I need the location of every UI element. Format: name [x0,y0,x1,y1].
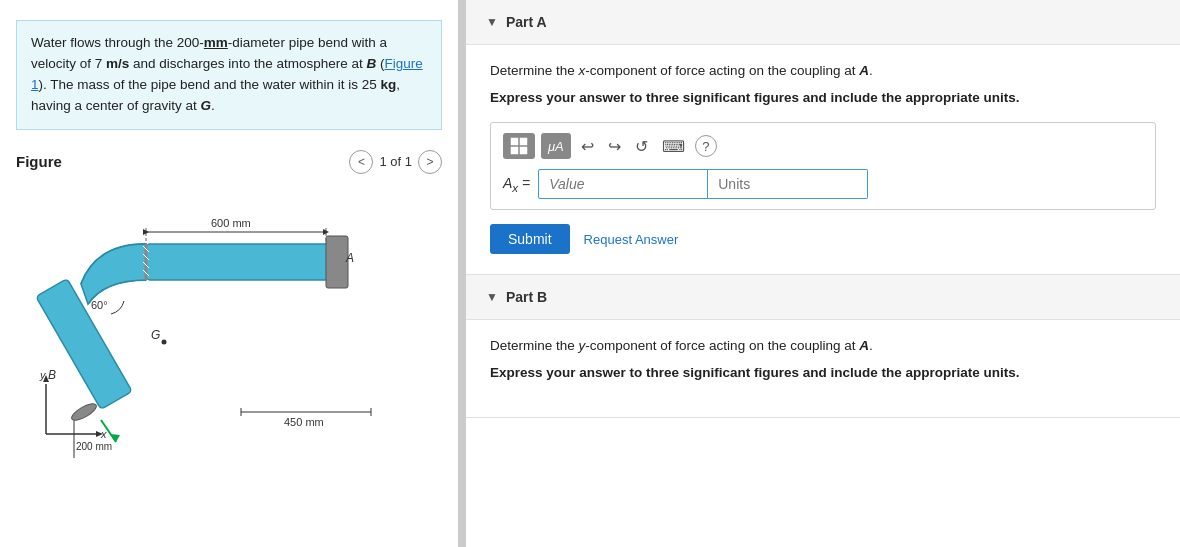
action-row-a: Submit Request Answer [490,224,1156,254]
figure-header: Figure < 1 of 1 > [16,146,442,178]
svg-point-22 [162,339,167,344]
mass-unit: kg [380,77,396,92]
mm-unit: mm [204,35,228,50]
units-input-a[interactable] [708,169,868,199]
input-row-a: Ax = [503,169,1143,199]
svg-rect-34 [511,147,518,154]
submit-btn-a[interactable]: Submit [490,224,570,254]
svg-text:200 mm: 200 mm [76,441,112,452]
svg-rect-35 [520,147,527,154]
left-panel: Water flows through the 200-mm-diameter … [0,0,460,547]
svg-point-24 [69,400,98,423]
part-b-instruction: Express your answer to three significant… [490,364,1156,383]
pipe-figure: x y 600 mm 450 mm 200 mm A [16,194,436,474]
figure-area: x y 600 mm 450 mm 200 mm A [16,194,442,484]
svg-text:G: G [151,328,160,342]
svg-text:450 mm: 450 mm [284,416,324,428]
mu-btn[interactable]: μA [541,133,571,159]
figure-link[interactable]: Figure 1 [31,56,423,92]
part-b-arrow: ▼ [486,290,498,304]
figure-label: Figure [16,153,62,170]
answer-box-a: μA ↩ ↪ ↺ ⌨ ? Ax = [490,122,1156,210]
nav-count: 1 of 1 [379,154,412,169]
point-a-ref-b: A [859,338,869,353]
svg-rect-33 [520,138,527,145]
problem-text: Water flows through the 200-mm-diameter … [31,35,423,113]
point-a-ref: A [859,63,869,78]
toolbar-a: μA ↩ ↪ ↺ ⌨ ? [503,133,1143,159]
part-b-description: Determine the y-component of force actin… [490,336,1156,356]
part-b-header[interactable]: ▼ Part B [466,275,1180,320]
right-panel: ▼ Part A Determine the x-component of fo… [466,0,1180,547]
point-g: G [201,98,212,113]
nav-prev-button[interactable]: < [349,150,373,174]
part-a-arrow: ▼ [486,15,498,29]
svg-rect-16 [146,244,331,280]
svg-rect-19 [36,278,132,409]
svg-text:600 mm: 600 mm [211,217,251,229]
part-a-section: ▼ Part A Determine the x-component of fo… [466,0,1180,275]
help-btn[interactable]: ? [695,135,717,157]
part-a-description: Determine the x-component of force actin… [490,61,1156,81]
request-answer-link-a[interactable]: Request Answer [584,232,679,247]
part-b-body: Determine the y-component of force actin… [466,320,1180,417]
value-input-a[interactable] [538,169,708,199]
matrix-icon [510,137,528,155]
point-b: B [366,56,376,71]
problem-text-box: Water flows through the 200-mm-diameter … [16,20,442,130]
part-b-section: ▼ Part B Determine the y-component of fo… [466,275,1180,418]
velocity-unit: m/s [106,56,129,71]
y-component-label: y [579,338,586,353]
part-a-header[interactable]: ▼ Part A [466,0,1180,45]
matrix-btn[interactable] [503,133,535,159]
figure-nav: < 1 of 1 > [349,150,442,174]
x-component-label: x [579,63,586,78]
part-a-body: Determine the x-component of force actin… [466,45,1180,274]
keyboard-btn[interactable]: ⌨ [658,135,689,158]
svg-text:A: A [345,251,354,265]
svg-text:60°: 60° [91,299,108,311]
undo-btn[interactable]: ↩ [577,135,598,158]
part-a-instruction: Express your answer to three significant… [490,89,1156,108]
part-a-label: Part A [506,14,547,30]
svg-rect-17 [326,236,348,288]
ax-label: Ax = [503,175,530,194]
svg-text:B: B [48,368,56,382]
redo-btn[interactable]: ↪ [604,135,625,158]
part-b-label: Part B [506,289,547,305]
refresh-btn[interactable]: ↺ [631,135,652,158]
svg-rect-32 [511,138,518,145]
nav-next-button[interactable]: > [418,150,442,174]
